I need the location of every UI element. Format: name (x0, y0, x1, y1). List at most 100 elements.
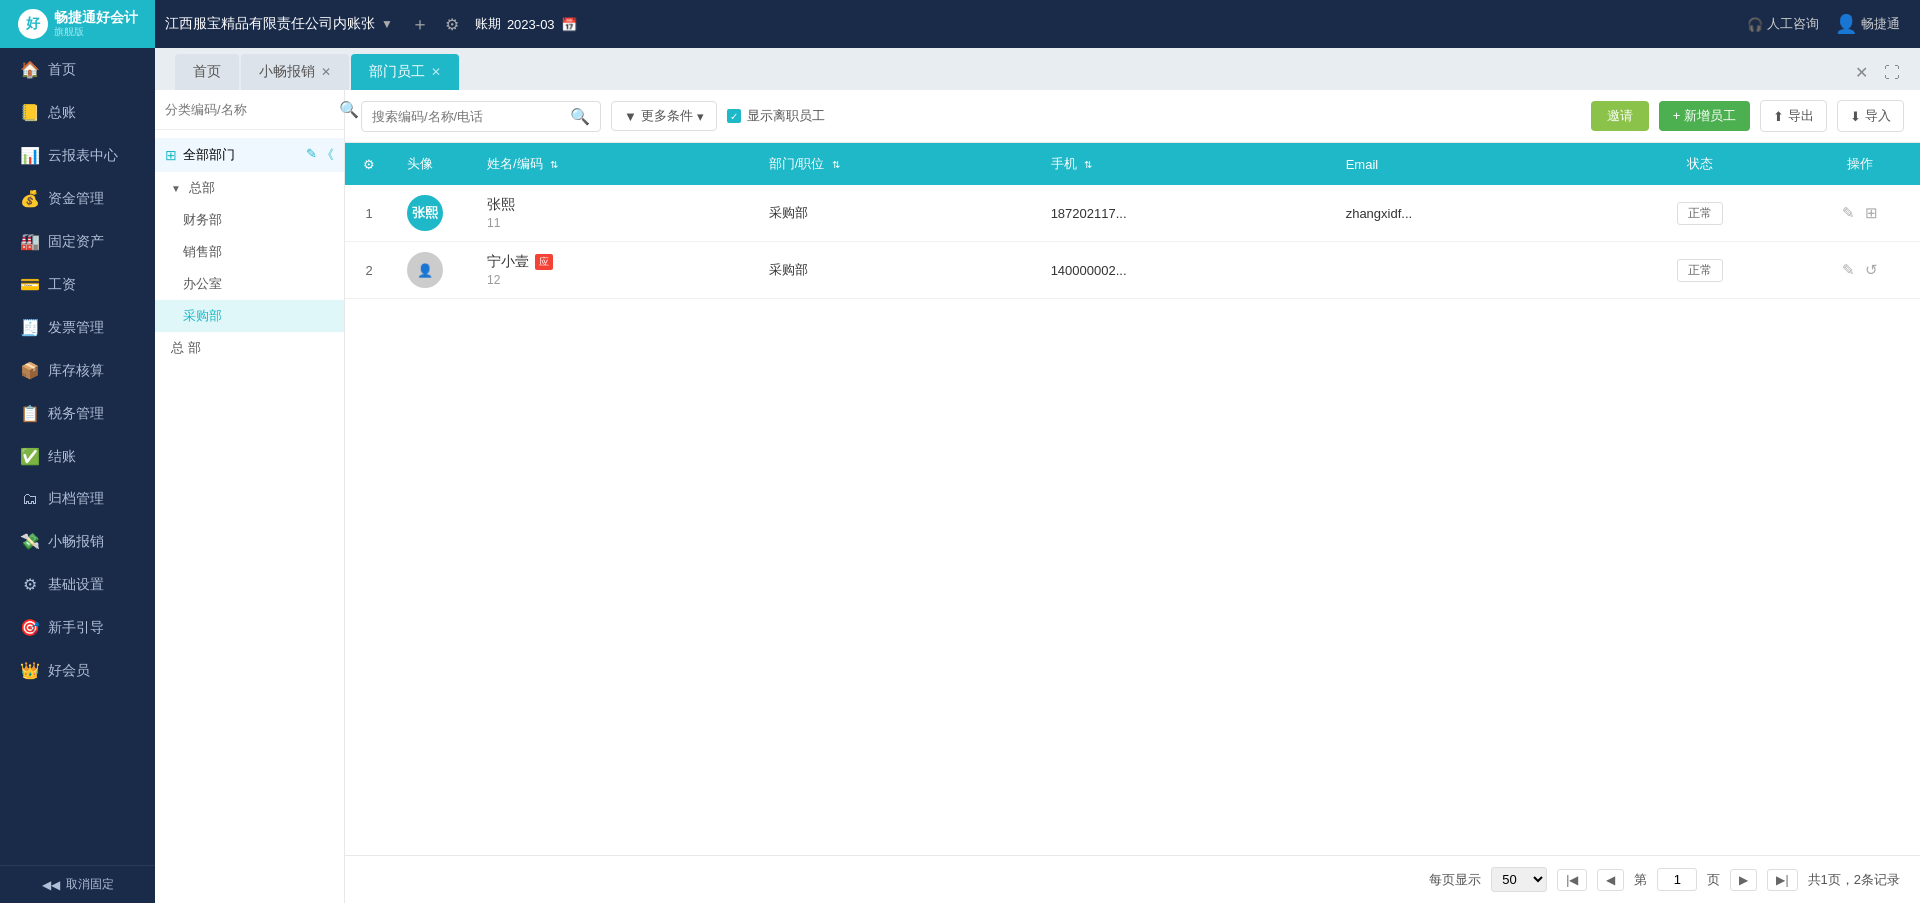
employee-table-container: ⚙ 头像 姓名/编码 ⇅ 部门/职位 ⇅ (345, 143, 1920, 855)
ying-badge: 应 (535, 254, 553, 270)
tab-home[interactable]: 首页 (175, 54, 239, 90)
row-num-1: 1 (345, 185, 393, 242)
sidebar-item-expense[interactable]: 💸 小畅报销 (0, 520, 155, 563)
import-button[interactable]: ⬇ 导入 (1837, 100, 1904, 132)
col-actions: 操作 (1800, 143, 1920, 185)
tabs-bar: 首页 小畅报销 ✕ 部门员工 ✕ ✕ ⛶ (155, 48, 1920, 90)
period-area: 账期 2023-03 📅 (475, 15, 577, 33)
dept-office[interactable]: 办公室 (155, 268, 344, 300)
next-page-button[interactable]: ▶ (1730, 869, 1757, 891)
dept-search-input[interactable] (165, 102, 333, 117)
sidebar-item-member[interactable]: 👑 好会员 (0, 649, 155, 692)
col-name[interactable]: 姓名/编码 ⇅ (473, 143, 755, 185)
window-controls: ✕ ⛶ (1851, 59, 1920, 90)
search-employee-icon[interactable]: 🔍 (570, 107, 590, 126)
page-size-select[interactable]: 50 100 (1491, 867, 1547, 892)
sidebar-bottom: ◀◀ 取消固定 (0, 865, 155, 903)
tax-icon: 📋 (20, 404, 40, 423)
user-avatar-icon: 👤 (1835, 13, 1857, 35)
headset-icon: 🎧 (1747, 17, 1763, 32)
expense-icon: 💸 (20, 532, 40, 551)
logout-icon-1[interactable]: ⊞ (1865, 204, 1878, 222)
email-cell-2 (1332, 242, 1600, 299)
add-employee-button[interactable]: + 新增员工 (1659, 101, 1750, 131)
status-cell-2: 正常 (1600, 242, 1800, 299)
sidebar-item-funds[interactable]: 💰 资金管理 (0, 177, 155, 220)
sidebar-item-guide[interactable]: 🎯 新手引导 (0, 606, 155, 649)
sidebar-item-tax[interactable]: 📋 税务管理 (0, 392, 155, 435)
action-cell-2: ✎ ↺ (1800, 242, 1920, 299)
phone-cell-2: 140000002... (1037, 242, 1332, 299)
employee-search-input[interactable] (372, 109, 564, 124)
sidebar-item-fixed-assets[interactable]: 🏭 固定资产 (0, 220, 155, 263)
dept-all[interactable]: ⊞ 全部部门 ✎ 《 (155, 138, 344, 172)
employee-search-box: 🔍 (361, 101, 601, 132)
page-input[interactable] (1657, 868, 1697, 891)
cancel-pin-button[interactable]: ◀◀ 取消固定 (0, 866, 155, 903)
tab-expense-close[interactable]: ✕ (321, 65, 331, 79)
prev-page-button[interactable]: ◀ (1597, 869, 1624, 891)
tab-dept-close[interactable]: ✕ (431, 65, 441, 79)
dept-finance[interactable]: 财务部 (155, 204, 344, 236)
logo-icon: 好 (18, 9, 48, 39)
sidebar-item-payroll[interactable]: 💳 工资 (0, 263, 155, 306)
col-phone[interactable]: 手机 ⇅ (1037, 143, 1332, 185)
calendar-icon[interactable]: 📅 (561, 17, 577, 32)
add-button[interactable]: ＋ (403, 12, 437, 36)
assets-icon: 🏭 (20, 232, 40, 251)
dept-head-office[interactable]: 总 部 (155, 332, 344, 364)
logo-text: 畅捷通好会计 (54, 9, 138, 26)
col-settings[interactable]: ⚙ (345, 143, 393, 185)
tab-expense[interactable]: 小畅报销 ✕ (241, 54, 349, 90)
ai-consult-button[interactable]: 🎧 人工咨询 (1747, 15, 1819, 33)
sidebar: 🏠 首页 📒 总账 📊 云报表中心 💰 资金管理 🏭 固定资产 💳 工资 🧾 发… (0, 48, 155, 903)
top-header: 好 畅捷通好会计 旗舰版 江西服宝精品有限责任公司内账张 ▼ ＋ ⚙ 账期 20… (0, 0, 1920, 48)
sidebar-item-invoice[interactable]: 🧾 发票管理 (0, 306, 155, 349)
arrow-down-icon: ▼ (171, 183, 181, 194)
edit-icon-1[interactable]: ✎ (1842, 204, 1855, 222)
main-layout: 🏠 首页 📒 总账 📊 云报表中心 💰 资金管理 🏭 固定资产 💳 工资 🧾 发… (0, 48, 1920, 903)
user-info[interactable]: 👤 畅捷通 (1835, 13, 1900, 35)
show-resigned-toggle[interactable]: ✓ 显示离职员工 (727, 107, 825, 125)
status-badge-1: 正常 (1677, 202, 1723, 225)
refresh-icon-2[interactable]: ↺ (1865, 261, 1878, 279)
checkbox-resigned[interactable]: ✓ (727, 109, 741, 123)
dept-grid-icon: ⊞ (165, 147, 177, 163)
expand-window-icon[interactable]: ⛶ (1880, 60, 1904, 86)
sidebar-item-inventory[interactable]: 📦 库存核算 (0, 349, 155, 392)
dept-edit-icon[interactable]: ✎ (306, 146, 317, 164)
dept-procurement[interactable]: 采购部 (155, 300, 344, 332)
avatar-cell-1: 张熙 (393, 185, 473, 242)
edit-icon-2[interactable]: ✎ (1842, 261, 1855, 279)
export-button[interactable]: ⬆ 导出 (1760, 100, 1827, 132)
first-page-button[interactable]: |◀ (1557, 869, 1587, 891)
sidebar-item-home[interactable]: 🏠 首页 (0, 48, 155, 91)
col-email: Email (1332, 143, 1600, 185)
sidebar-item-cloud-report[interactable]: 📊 云报表中心 (0, 134, 155, 177)
col-dept[interactable]: 部门/职位 ⇅ (755, 143, 1037, 185)
toolbar-right: 邀请 + 新增员工 ⬆ 导出 ⬇ 导入 (1591, 100, 1904, 132)
settings-icon[interactable]: ⚙ (437, 15, 467, 34)
last-page-button[interactable]: ▶| (1767, 869, 1797, 891)
status-badge-2: 正常 (1677, 259, 1723, 282)
close-window-icon[interactable]: ✕ (1851, 59, 1872, 86)
invite-button[interactable]: 邀请 (1591, 101, 1649, 131)
name-cell-2: 宁小壹 应 12 (473, 242, 755, 299)
dept-headquarters[interactable]: ▼ 总部 (155, 172, 344, 204)
close-books-icon: ✅ (20, 447, 40, 466)
inventory-icon: 📦 (20, 361, 40, 380)
dept-sales[interactable]: 销售部 (155, 236, 344, 268)
sidebar-item-settings[interactable]: ⚙ 基础设置 (0, 563, 155, 606)
tab-dept-employee[interactable]: 部门员工 ✕ (351, 54, 459, 90)
col-avatar: 头像 (393, 143, 473, 185)
dept-tree: ⊞ 全部部门 ✎ 《 ▼ 总部 财务部 (155, 130, 344, 903)
dept-collapse-icon[interactable]: 《 (321, 146, 334, 164)
sidebar-item-archive[interactable]: 🗂 归档管理 (0, 478, 155, 520)
sidebar-item-ledger[interactable]: 📒 总账 (0, 91, 155, 134)
company-selector[interactable]: 江西服宝精品有限责任公司内账张 ▼ (155, 15, 403, 33)
sidebar-item-close[interactable]: ✅ 结账 (0, 435, 155, 478)
avatar-2: 👤 (407, 252, 443, 288)
filter-more-button[interactable]: ▼ 更多条件 ▾ (611, 101, 717, 131)
sort-icon2: ⇅ (832, 159, 840, 170)
pin-icon: ◀◀ (42, 878, 60, 892)
